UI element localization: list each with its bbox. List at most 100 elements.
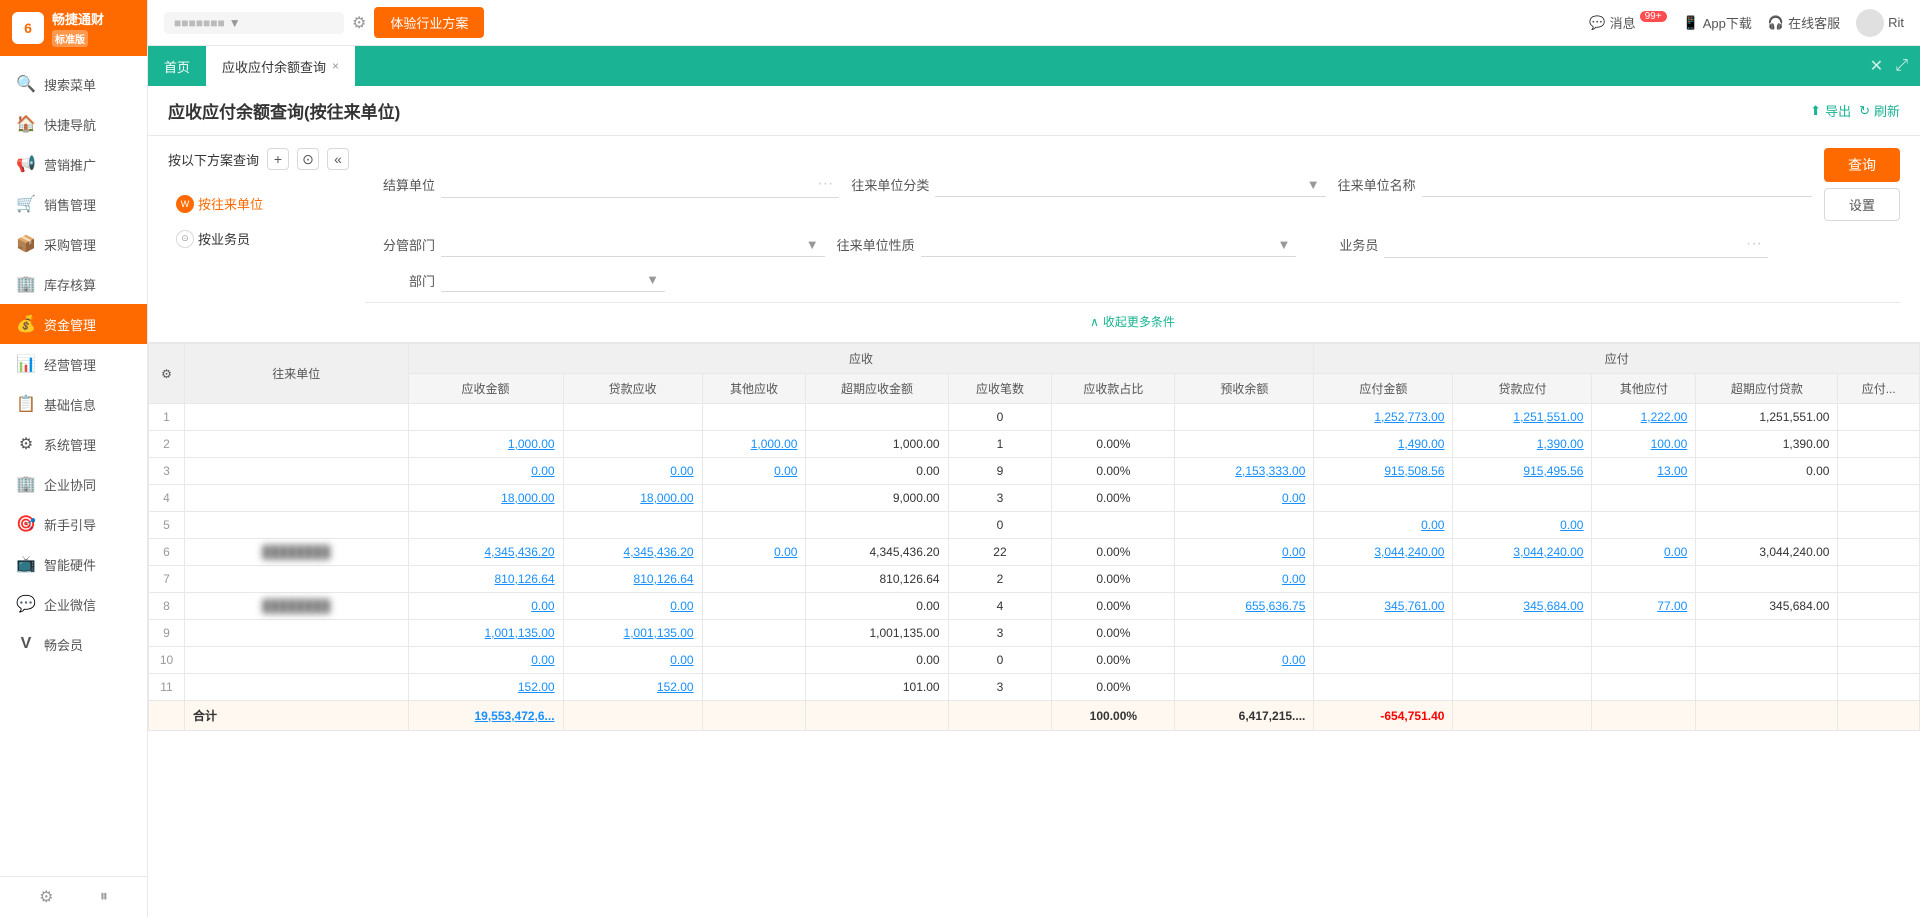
division-select[interactable]: ▼ bbox=[441, 268, 665, 292]
table-cell[interactable] bbox=[563, 512, 702, 539]
table-cell[interactable] bbox=[702, 404, 806, 431]
table-cell[interactable]: 810,126.64 bbox=[408, 566, 563, 593]
sidebar-item-basic[interactable]: 📋 基础信息 bbox=[0, 384, 147, 424]
table-cell[interactable]: 1,000.00 bbox=[408, 431, 563, 458]
table-cell[interactable] bbox=[1314, 566, 1453, 593]
table-cell[interactable] bbox=[1592, 512, 1696, 539]
sidebar-item-purchase[interactable]: 📦 采购管理 bbox=[0, 224, 147, 264]
customer-service-button[interactable]: 🎧 在线客服 bbox=[1768, 13, 1840, 32]
table-cell[interactable]: 0.00 bbox=[563, 647, 702, 674]
sidebar-item-marketing[interactable]: 📢 营销推广 bbox=[0, 144, 147, 184]
table-cell[interactable] bbox=[408, 404, 563, 431]
dept-select[interactable]: ▼ bbox=[441, 233, 825, 257]
footer-recv-amount[interactable]: 19,553,472,6... bbox=[408, 701, 563, 731]
table-cell[interactable]: 1,251,551.00 bbox=[1453, 404, 1592, 431]
table-cell[interactable]: 0.00 bbox=[408, 593, 563, 620]
table-cell[interactable]: 0.00 bbox=[1453, 512, 1592, 539]
window-close-icon[interactable]: ✕ bbox=[1870, 56, 1883, 76]
sidebar-item-system[interactable]: ⚙ 系统管理 bbox=[0, 424, 147, 464]
table-cell[interactable] bbox=[1175, 620, 1314, 647]
export-button[interactable]: ⬆ 导出 bbox=[1810, 101, 1851, 120]
table-cell[interactable] bbox=[563, 431, 702, 458]
refresh-button[interactable]: ↻ 刷新 bbox=[1859, 101, 1900, 120]
table-cell[interactable]: 1,222.00 bbox=[1592, 404, 1696, 431]
table-cell[interactable] bbox=[702, 566, 806, 593]
col-setting-header[interactable]: ⚙ bbox=[149, 344, 185, 404]
sidebar-item-inventory[interactable]: 🏢 库存核算 bbox=[0, 264, 147, 304]
table-cell[interactable]: 915,495.56 bbox=[1453, 458, 1592, 485]
table-cell[interactable]: 915,508.56 bbox=[1314, 458, 1453, 485]
collapse-scheme-button[interactable]: « bbox=[327, 148, 349, 170]
table-cell[interactable]: 0.00 bbox=[408, 458, 563, 485]
table-cell[interactable] bbox=[1453, 620, 1592, 647]
table-cell[interactable]: 1,001,135.00 bbox=[563, 620, 702, 647]
sidebar-item-sales[interactable]: 🛒 销售管理 bbox=[0, 184, 147, 224]
table-cell[interactable]: 18,000.00 bbox=[563, 485, 702, 512]
table-cell[interactable] bbox=[1314, 485, 1453, 512]
table-cell[interactable] bbox=[563, 404, 702, 431]
table-cell[interactable] bbox=[1453, 485, 1592, 512]
table-cell[interactable]: 0.00 bbox=[1175, 539, 1314, 566]
table-cell[interactable]: 1,001,135.00 bbox=[408, 620, 563, 647]
table-cell[interactable]: 4,345,436.20 bbox=[563, 539, 702, 566]
table-cell[interactable]: 1,000.00 bbox=[702, 431, 806, 458]
partner-category-select[interactable]: ▼ bbox=[935, 173, 1325, 197]
solution-button[interactable]: 体验行业方案 bbox=[374, 7, 484, 38]
table-cell[interactable]: 0.00 bbox=[1175, 647, 1314, 674]
add-scheme-button[interactable]: + bbox=[267, 148, 289, 170]
scheme-by-partner[interactable]: W 按往来单位 bbox=[168, 190, 349, 217]
table-cell[interactable]: 3,044,240.00 bbox=[1453, 539, 1592, 566]
table-cell[interactable]: 0.00 bbox=[1592, 539, 1696, 566]
table-cell[interactable] bbox=[1592, 620, 1696, 647]
table-cell[interactable]: 655,636.75 bbox=[1175, 593, 1314, 620]
table-cell[interactable]: 3,044,240.00 bbox=[1314, 539, 1453, 566]
table-cell[interactable] bbox=[1314, 620, 1453, 647]
table-cell[interactable] bbox=[1592, 674, 1696, 701]
tab-home[interactable]: 首页 bbox=[148, 46, 206, 86]
sidebar-item-vip[interactable]: V 畅会员 bbox=[0, 624, 147, 664]
sidebar-item-guide[interactable]: 🎯 新手引导 bbox=[0, 504, 147, 544]
table-cell[interactable]: 0.00 bbox=[702, 458, 806, 485]
table-cell[interactable] bbox=[1453, 566, 1592, 593]
sidebar-item-quicknav[interactable]: 🏠 快捷导航 bbox=[0, 104, 147, 144]
table-cell[interactable] bbox=[1314, 674, 1453, 701]
topbar-gear-icon[interactable]: ⚙ bbox=[352, 13, 366, 33]
sidebar-item-search[interactable]: 🔍 搜索菜单 bbox=[0, 64, 147, 104]
table-cell[interactable] bbox=[702, 674, 806, 701]
table-cell[interactable]: 13.00 bbox=[1592, 458, 1696, 485]
tab-receivable-query[interactable]: 应收应付余额查询 × bbox=[206, 46, 355, 86]
table-cell[interactable] bbox=[1314, 647, 1453, 674]
table-cell[interactable]: 345,684.00 bbox=[1453, 593, 1592, 620]
table-cell[interactable] bbox=[1592, 485, 1696, 512]
table-cell[interactable]: 0.00 bbox=[1314, 512, 1453, 539]
table-cell[interactable] bbox=[1592, 647, 1696, 674]
table-cell[interactable] bbox=[1175, 404, 1314, 431]
settings-button[interactable]: 设置 bbox=[1824, 188, 1900, 221]
table-cell[interactable]: 152.00 bbox=[563, 674, 702, 701]
query-button[interactable]: 查询 bbox=[1824, 148, 1900, 182]
user-menu[interactable]: Rit bbox=[1856, 9, 1904, 37]
table-cell[interactable]: 4,345,436.20 bbox=[408, 539, 563, 566]
table-cell[interactable]: 1,390.00 bbox=[1453, 431, 1592, 458]
table-cell[interactable]: 0.00 bbox=[563, 458, 702, 485]
sidebar-item-hardware[interactable]: 📺 智能硬件 bbox=[0, 544, 147, 584]
partner-name-input[interactable] bbox=[1422, 173, 1812, 197]
salesman-select[interactable]: ··· bbox=[1384, 231, 1768, 258]
table-cell[interactable] bbox=[1453, 674, 1592, 701]
edit-scheme-button[interactable]: ⊙ bbox=[297, 148, 319, 170]
settings-bottom-icon[interactable]: ⚙ bbox=[39, 887, 53, 907]
table-cell[interactable] bbox=[1453, 647, 1592, 674]
table-cell[interactable] bbox=[1175, 512, 1314, 539]
scheme-by-salesman[interactable]: ⊙ 按业务员 bbox=[168, 225, 349, 252]
table-cell[interactable]: 1,490.00 bbox=[1314, 431, 1453, 458]
window-maximize-icon[interactable]: ⤢ bbox=[1895, 57, 1908, 75]
table-cell[interactable] bbox=[1592, 566, 1696, 593]
table-cell[interactable]: 1,252,773.00 bbox=[1314, 404, 1453, 431]
table-cell[interactable] bbox=[408, 512, 563, 539]
collapse-filter-button[interactable]: ∧ 收起更多条件 bbox=[365, 313, 1900, 330]
table-cell[interactable] bbox=[702, 593, 806, 620]
table-cell[interactable] bbox=[702, 620, 806, 647]
table-cell[interactable]: 2,153,333.00 bbox=[1175, 458, 1314, 485]
table-cell[interactable]: 0.00 bbox=[1175, 485, 1314, 512]
tab-close-icon[interactable]: × bbox=[332, 59, 339, 73]
